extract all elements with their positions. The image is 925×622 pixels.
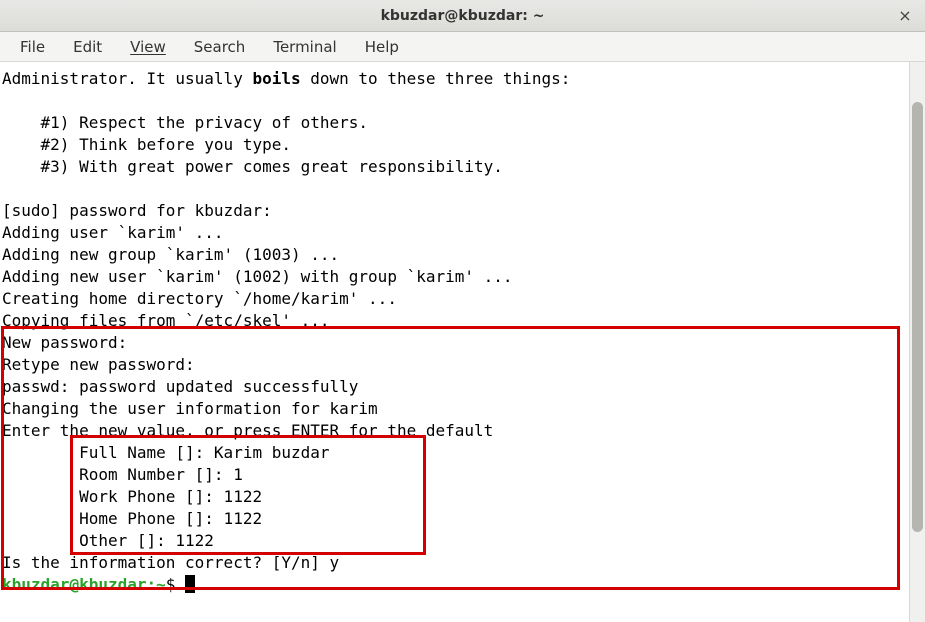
terminal-line: Room Number []: 1 (2, 465, 243, 484)
prompt-host: kbuzdar (79, 575, 146, 594)
terminal-line: Copying files from `/etc/skel' ... (2, 311, 330, 330)
terminal-line: [sudo] password for kbuzdar: (2, 201, 272, 220)
terminal-prompt: kbuzdar@kbuzdar:~$ (2, 575, 195, 594)
terminal-line: passwd: password updated successfully (2, 377, 358, 396)
terminal-line: New password: (2, 333, 127, 352)
scrollbar-thumb[interactable] (912, 102, 923, 532)
menu-help[interactable]: Help (353, 34, 411, 60)
terminal-line: Adding user `karim' ... (2, 223, 224, 242)
window-title: kbuzdar@kbuzdar: ~ (381, 8, 545, 24)
terminal-wrapper: Administrator. It usually boils down to … (0, 62, 925, 622)
menu-view[interactable]: View (118, 34, 178, 60)
menu-search[interactable]: Search (182, 34, 258, 60)
terminal-line: #2) Think before you type. (2, 135, 291, 154)
close-icon[interactable]: × (895, 6, 915, 26)
terminal-line: Is the information correct? [Y/n] y (2, 553, 339, 572)
menubar: File Edit View Search Terminal Help (0, 32, 925, 62)
terminal-line: Enter the new value, or press ENTER for … (2, 421, 493, 440)
terminal-line: Creating home directory `/home/karim' ..… (2, 289, 397, 308)
terminal-output[interactable]: Administrator. It usually boils down to … (0, 62, 909, 622)
prompt-colon: : (147, 575, 157, 594)
prompt-path: ~ (156, 575, 166, 594)
cursor-icon (185, 575, 195, 593)
menu-file[interactable]: File (8, 34, 57, 60)
titlebar: kbuzdar@kbuzdar: ~ × (0, 0, 925, 32)
terminal-line: Administrator. It usually boils down to … (2, 69, 570, 88)
terminal-line: #3) With great power comes great respons… (2, 157, 503, 176)
terminal-line: Home Phone []: 1122 (2, 509, 262, 528)
scrollbar[interactable] (909, 62, 925, 622)
terminal-line: Retype new password: (2, 355, 195, 374)
menu-edit[interactable]: Edit (61, 34, 114, 60)
terminal-line: Other []: 1122 (2, 531, 214, 550)
prompt-user: kbuzdar (2, 575, 69, 594)
prompt-at: @ (69, 575, 79, 594)
terminal-line: Adding new user `karim' (1002) with grou… (2, 267, 513, 286)
terminal-line: Work Phone []: 1122 (2, 487, 262, 506)
terminal-line: Adding new group `karim' (1003) ... (2, 245, 339, 264)
terminal-line: #1) Respect the privacy of others. (2, 113, 368, 132)
terminal-line: Full Name []: Karim buzdar (2, 443, 330, 462)
prompt-symbol: $ (166, 575, 176, 594)
menu-terminal[interactable]: Terminal (261, 34, 348, 60)
terminal-line: Changing the user information for karim (2, 399, 378, 418)
